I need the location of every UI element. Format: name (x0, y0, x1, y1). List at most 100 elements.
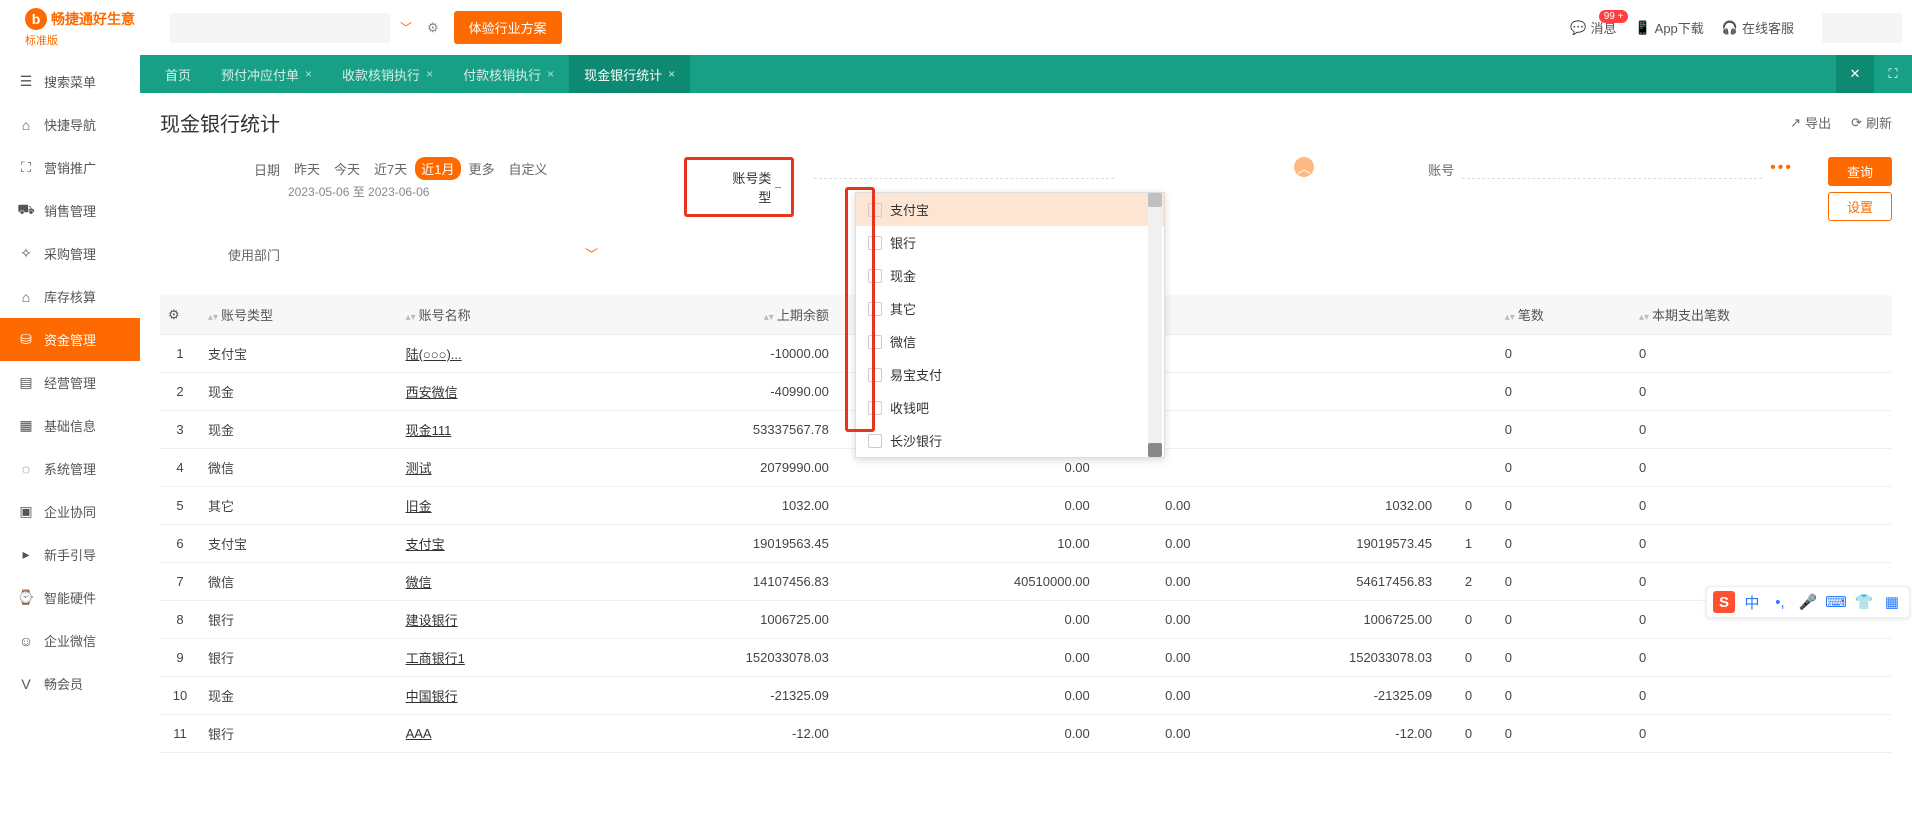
more-filters-button[interactable]: ••• (1770, 159, 1793, 177)
checkbox[interactable] (868, 269, 882, 283)
sidebar-item-3[interactable]: ⛟销售管理 (0, 189, 140, 232)
sidebar-item-11[interactable]: ▸新手引导 (0, 533, 140, 576)
account-link[interactable]: AAA (406, 726, 432, 741)
account-number-input[interactable] (1462, 157, 1762, 179)
account-type-dropdown[interactable]: 支付宝银行现金其它微信易宝支付收钱吧长沙银行 (855, 192, 1165, 458)
tab-4[interactable]: 现金银行统计× (569, 55, 690, 93)
sidebar-item-13[interactable]: ☺企业微信 (0, 619, 140, 662)
tab-close-icon[interactable]: × (668, 67, 675, 81)
dropdown-item-5[interactable]: 易宝支付 (856, 358, 1164, 391)
dropdown-item-0[interactable]: 支付宝 (856, 193, 1164, 226)
app-download-link[interactable]: 📱 App下载 (1634, 18, 1703, 37)
sidebar-item-4[interactable]: ✧采购管理 (0, 232, 140, 275)
dropdown-item-4[interactable]: 微信 (856, 325, 1164, 358)
company-caret-icon[interactable]: ﹀ (400, 19, 412, 36)
company-select[interactable] (170, 13, 390, 43)
account-link[interactable]: 建设银行 (406, 613, 458, 628)
sidebar-item-6[interactable]: ⛁资金管理 (0, 318, 140, 361)
account-link[interactable]: 旧金 (406, 499, 432, 514)
dropdown-label: 现金 (890, 266, 916, 285)
dropdown-scrollbar[interactable] (1148, 195, 1162, 455)
ime-punct-icon[interactable]: •, (1769, 591, 1791, 613)
col-prev-balance[interactable]: ▴▾上期余额 (595, 295, 837, 335)
account-link[interactable]: 工商银行1 (406, 651, 465, 666)
account-link[interactable]: 测试 (406, 461, 432, 476)
tab-3[interactable]: 付款核销执行× (448, 55, 569, 93)
col-count[interactable]: ▴▾笔数 (1497, 295, 1631, 335)
ime-lang[interactable]: 中 (1741, 591, 1763, 613)
tab-2[interactable]: 收款核销执行× (327, 55, 448, 93)
cell-type: 银行 (200, 601, 398, 639)
ime-mic-icon[interactable]: 🎤 (1797, 591, 1819, 613)
checkbox[interactable] (868, 302, 882, 316)
sidebar-item-7[interactable]: ▤经营管理 (0, 361, 140, 404)
date-option-3[interactable]: 近1月 (415, 157, 460, 180)
dropdown-item-6[interactable]: 收钱吧 (856, 391, 1164, 424)
settings-gear-icon[interactable]: ⚙ (427, 20, 439, 36)
sidebar-item-10[interactable]: ▣企业协同 (0, 490, 140, 533)
checkbox[interactable] (868, 236, 882, 250)
date-option-1[interactable]: 今天 (328, 157, 366, 180)
sidebar-item-12[interactable]: ⌚智能硬件 (0, 576, 140, 619)
sidebar-item-2[interactable]: ⛶营销推广 (0, 146, 140, 189)
tab-1[interactable]: 预付冲应付单× (206, 55, 327, 93)
sidebar-item-9[interactable]: ◌系统管理 (0, 447, 140, 490)
dropdown-item-3[interactable]: 其它 (856, 292, 1164, 325)
account-link[interactable]: 支付宝 (406, 537, 445, 552)
col-account-type[interactable]: ▴▾账号类型 (200, 295, 398, 335)
messages-link[interactable]: 💬 消息 99 + (1570, 18, 1616, 37)
row-number: 8 (160, 601, 200, 639)
checkbox[interactable] (868, 335, 882, 349)
ime-skin-icon[interactable]: 👕 (1853, 591, 1875, 613)
export-button[interactable]: ↗ 导出 (1790, 113, 1831, 132)
account-link[interactable]: 微信 (406, 575, 432, 590)
tab-close-icon[interactable]: × (426, 67, 433, 81)
cell-count: 0 (1497, 563, 1631, 601)
checkbox[interactable] (868, 203, 882, 217)
settings-button[interactable]: 设置 (1828, 192, 1892, 221)
account-link[interactable]: 现金111 (406, 423, 452, 438)
account-type-field[interactable] (814, 157, 1275, 179)
col-account-name[interactable]: ▴▾账号名称 (398, 295, 596, 335)
sidebar-item-5[interactable]: ⌂库存核算 (0, 275, 140, 318)
ime-toolbar[interactable]: S 中 •, 🎤 ⌨ 👕 ▦ (1706, 586, 1910, 618)
tab-0[interactable]: 首页 (150, 55, 206, 93)
fullscreen-button[interactable]: ⛶ (1874, 55, 1912, 93)
refresh-button[interactable]: ⟳ 刷新 (1851, 113, 1892, 132)
dropdown-item-7[interactable]: 长沙银行 (856, 424, 1164, 457)
date-option-0[interactable]: 昨天 (288, 157, 326, 180)
sidebar-item-0[interactable]: ☰搜索菜单 (0, 60, 140, 103)
account-link[interactable]: 西安微信 (406, 385, 458, 400)
tab-close-icon[interactable]: × (305, 67, 312, 81)
ime-tools-icon[interactable]: ▦ (1881, 591, 1903, 613)
sidebar-item-8[interactable]: ▦基础信息 (0, 404, 140, 447)
collapse-filters-button[interactable]: ︿ (1294, 157, 1314, 177)
customer-service-link[interactable]: 🎧 在线客服 (1722, 18, 1794, 37)
col-outcome-count[interactable]: ▴▾本期支出笔数 (1631, 295, 1892, 335)
date-option-2[interactable]: 近7天 (368, 157, 413, 180)
checkbox[interactable] (868, 434, 882, 448)
trial-button[interactable]: 体验行业方案 (454, 11, 562, 44)
sidebar-item-1[interactable]: ⌂快捷导航 (0, 103, 140, 146)
cell-h3: 0 (1440, 487, 1497, 525)
ime-keyboard-icon[interactable]: ⌨ (1825, 591, 1847, 613)
account-type-filter[interactable]: 账号类型 (684, 157, 794, 217)
scroll-up-icon[interactable] (1148, 193, 1162, 207)
user-avatar[interactable] (1822, 13, 1902, 43)
dropdown-item-1[interactable]: 银行 (856, 226, 1164, 259)
sogou-icon[interactable]: S (1713, 591, 1735, 613)
scroll-down-icon[interactable] (1148, 443, 1162, 457)
tab-close-icon[interactable]: × (547, 67, 554, 81)
tab-close-all-button[interactable]: ✕ (1836, 55, 1874, 93)
account-link[interactable]: 陆(○○○)... (406, 347, 462, 362)
query-button[interactable]: 查询 (1828, 157, 1892, 186)
dept-select[interactable]: ﹀ (288, 241, 598, 265)
dropdown-item-2[interactable]: 现金 (856, 259, 1164, 292)
table-settings-button[interactable]: ⚙ (160, 295, 200, 335)
checkbox[interactable] (868, 368, 882, 382)
account-link[interactable]: 中国银行 (406, 689, 458, 704)
sidebar-item-14[interactable]: V畅会员 (0, 662, 140, 705)
date-option-5[interactable]: 自定义 (503, 157, 554, 180)
date-option-4[interactable]: 更多 (463, 157, 501, 180)
checkbox[interactable] (868, 401, 882, 415)
